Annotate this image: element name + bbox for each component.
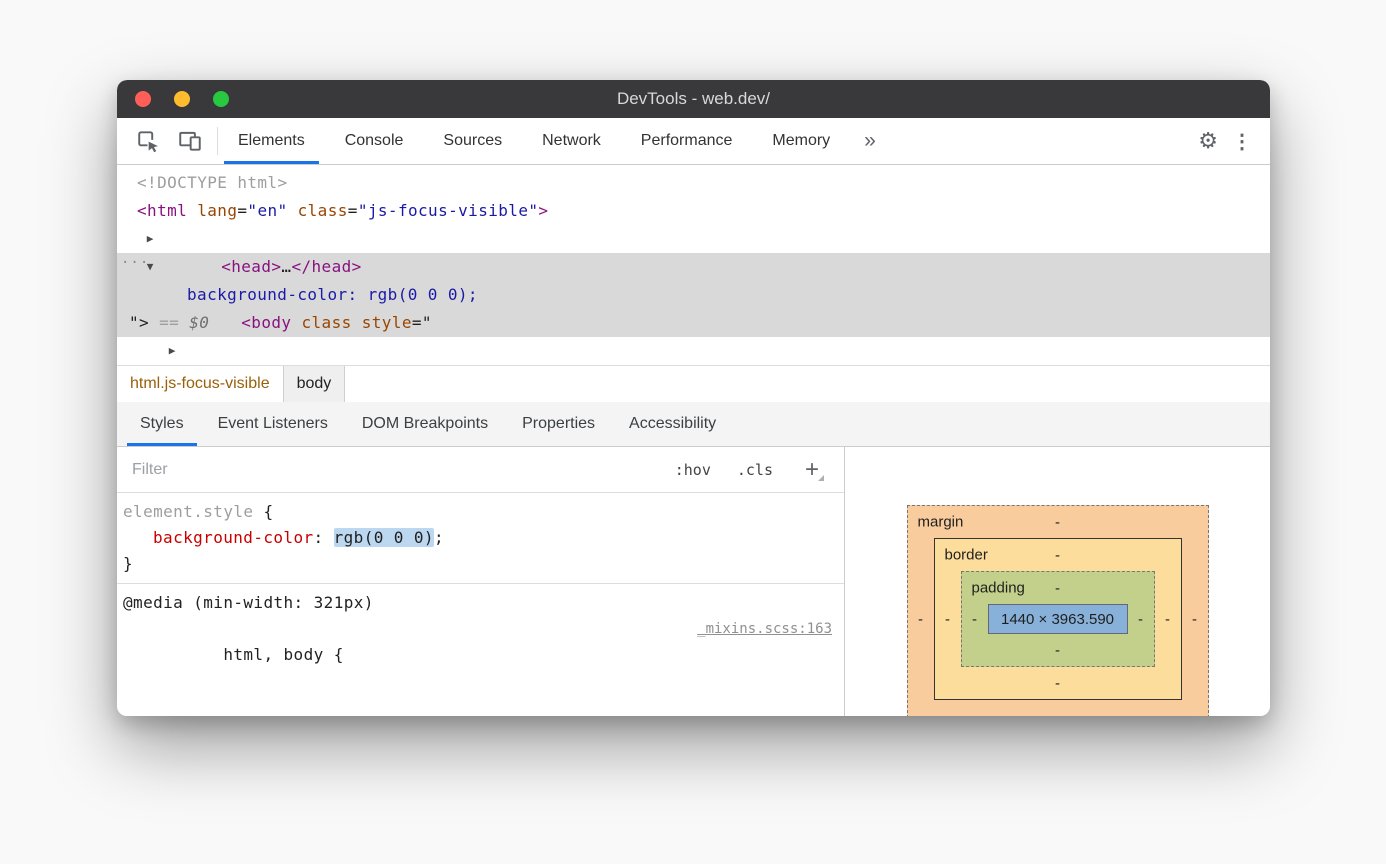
plus-icon: +: [805, 456, 819, 483]
dom-selection: ··· ▼<body class style=" background-colo…: [117, 253, 1270, 337]
minimize-button[interactable]: [174, 91, 190, 107]
padding-bottom-value[interactable]: -: [1055, 642, 1060, 659]
inspect-element-icon[interactable]: [135, 128, 161, 154]
box-model-content[interactable]: 1440 × 3963.590: [988, 604, 1128, 634]
box-model-border[interactable]: border - - padding - -: [934, 538, 1182, 700]
box-model-pane: margin - - border - -: [845, 447, 1270, 716]
settings-button[interactable]: ⚙: [1198, 128, 1218, 154]
box-model-margin[interactable]: margin - - border - -: [907, 505, 1209, 716]
styles-filter-input[interactable]: [132, 461, 675, 479]
padding-top-value[interactable]: -: [1055, 580, 1060, 597]
toggle-hover-state-button[interactable]: :hov: [675, 461, 711, 479]
elements-tree: <!DOCTYPE html> <html lang="en" class="j…: [117, 165, 1270, 365]
traffic-lights: [135, 91, 229, 107]
more-tabs-button[interactable]: »: [850, 118, 890, 164]
dom-node-snackbar[interactable]: ▶<web-snackbar-container>…</web-snackbar…: [117, 337, 1270, 365]
tab-event-listeners[interactable]: Event Listeners: [201, 402, 345, 446]
tab-properties[interactable]: Properties: [505, 402, 612, 446]
tab-styles[interactable]: Styles: [123, 402, 201, 446]
dom-node-body-open-end[interactable]: "> == $0: [117, 309, 1270, 337]
tab-network[interactable]: Network: [522, 118, 621, 164]
border-label: border: [945, 547, 988, 564]
dom-node-head[interactable]: ▶<head>…</head>: [117, 225, 1270, 253]
collapse-arrow-icon[interactable]: ▼: [142, 253, 158, 281]
breadcrumb-item-html[interactable]: html.js-focus-visible: [117, 366, 283, 402]
styles-filter-bar: :hov .cls +: [117, 447, 844, 493]
chevron-more-icon: »: [864, 129, 876, 153]
tab-dom-breakpoints[interactable]: DOM Breakpoints: [345, 402, 505, 446]
style-rule-element-style: element.style { background-color: rgb(0 …: [117, 493, 844, 584]
padding-right-value[interactable]: -: [1128, 604, 1154, 634]
source-file-link[interactable]: _mixins.scss:163: [697, 616, 832, 642]
main-menu-button[interactable]: ⋮: [1232, 129, 1252, 154]
kebab-menu-icon: ⋮: [1232, 129, 1252, 154]
dom-node-body-style-attr[interactable]: background-color: rgb(0 0 0);: [117, 281, 1270, 309]
margin-right-value[interactable]: -: [1182, 538, 1208, 700]
box-model-padding[interactable]: padding - - 1440 × 3963.590 -: [961, 571, 1155, 667]
media-query[interactable]: @media (min-width: 321px): [123, 590, 836, 616]
tab-sources[interactable]: Sources: [423, 118, 522, 164]
breadcrumb: html.js-focus-visible body: [117, 365, 1270, 402]
window-title: DevTools - web.dev/: [617, 89, 770, 109]
styles-rules-pane: :hov .cls + element.style { background-c…: [117, 447, 845, 716]
tab-console[interactable]: Console: [325, 118, 424, 164]
zoom-button[interactable]: [213, 91, 229, 107]
rule-selector[interactable]: html, body { _mixins.scss:163: [123, 616, 836, 716]
devtools-window: DevTools - web.dev/ Elements Console Sou…: [117, 80, 1270, 716]
margin-top-value[interactable]: -: [1055, 514, 1060, 531]
tab-accessibility[interactable]: Accessibility: [612, 402, 733, 446]
padding-left-value[interactable]: -: [962, 604, 988, 634]
titlebar[interactable]: DevTools - web.dev/: [117, 80, 1270, 118]
expand-arrow-icon[interactable]: ▶: [164, 337, 180, 365]
border-right-value[interactable]: -: [1155, 571, 1181, 667]
device-toolbar-icon[interactable]: [177, 128, 203, 154]
devtools-toolbar: Elements Console Sources Network Perform…: [117, 118, 1270, 165]
styles-panel: :hov .cls + element.style { background-c…: [117, 447, 1270, 716]
gear-icon: ⚙: [1198, 128, 1218, 154]
breadcrumb-item-body[interactable]: body: [283, 366, 346, 402]
rule-declaration[interactable]: background-color: rgb(0 0 0);: [123, 525, 836, 551]
new-style-rule-button[interactable]: +: [799, 457, 825, 483]
close-button[interactable]: [135, 91, 151, 107]
rule-selector[interactable]: element.style {: [123, 499, 836, 525]
toggle-classes-button[interactable]: .cls: [737, 461, 773, 479]
content-size-value: 1440 × 3963.590: [1001, 611, 1114, 628]
rule-close-brace[interactable]: }: [123, 551, 836, 577]
dom-node-body-open[interactable]: ··· ▼<body class style=": [117, 253, 1270, 281]
border-bottom-value[interactable]: -: [1055, 675, 1060, 692]
style-rule-media-321: @media (min-width: 321px) html, body { _…: [117, 584, 844, 716]
sidebar-tabbar: Styles Event Listeners DOM Breakpoints P…: [117, 402, 1270, 447]
margin-bottom-value[interactable]: -: [1055, 708, 1060, 717]
padding-label: padding: [972, 580, 1025, 597]
margin-label: margin: [918, 514, 964, 531]
border-top-value[interactable]: -: [1055, 547, 1060, 564]
tab-performance[interactable]: Performance: [621, 118, 753, 164]
border-left-value[interactable]: -: [935, 571, 961, 667]
tab-elements[interactable]: Elements: [218, 118, 325, 164]
dom-node-doctype[interactable]: <!DOCTYPE html>: [117, 169, 1270, 197]
margin-left-value[interactable]: -: [908, 538, 934, 700]
dom-node-html-open[interactable]: <html lang="en" class="js-focus-visible"…: [117, 197, 1270, 225]
tab-memory[interactable]: Memory: [752, 118, 850, 164]
